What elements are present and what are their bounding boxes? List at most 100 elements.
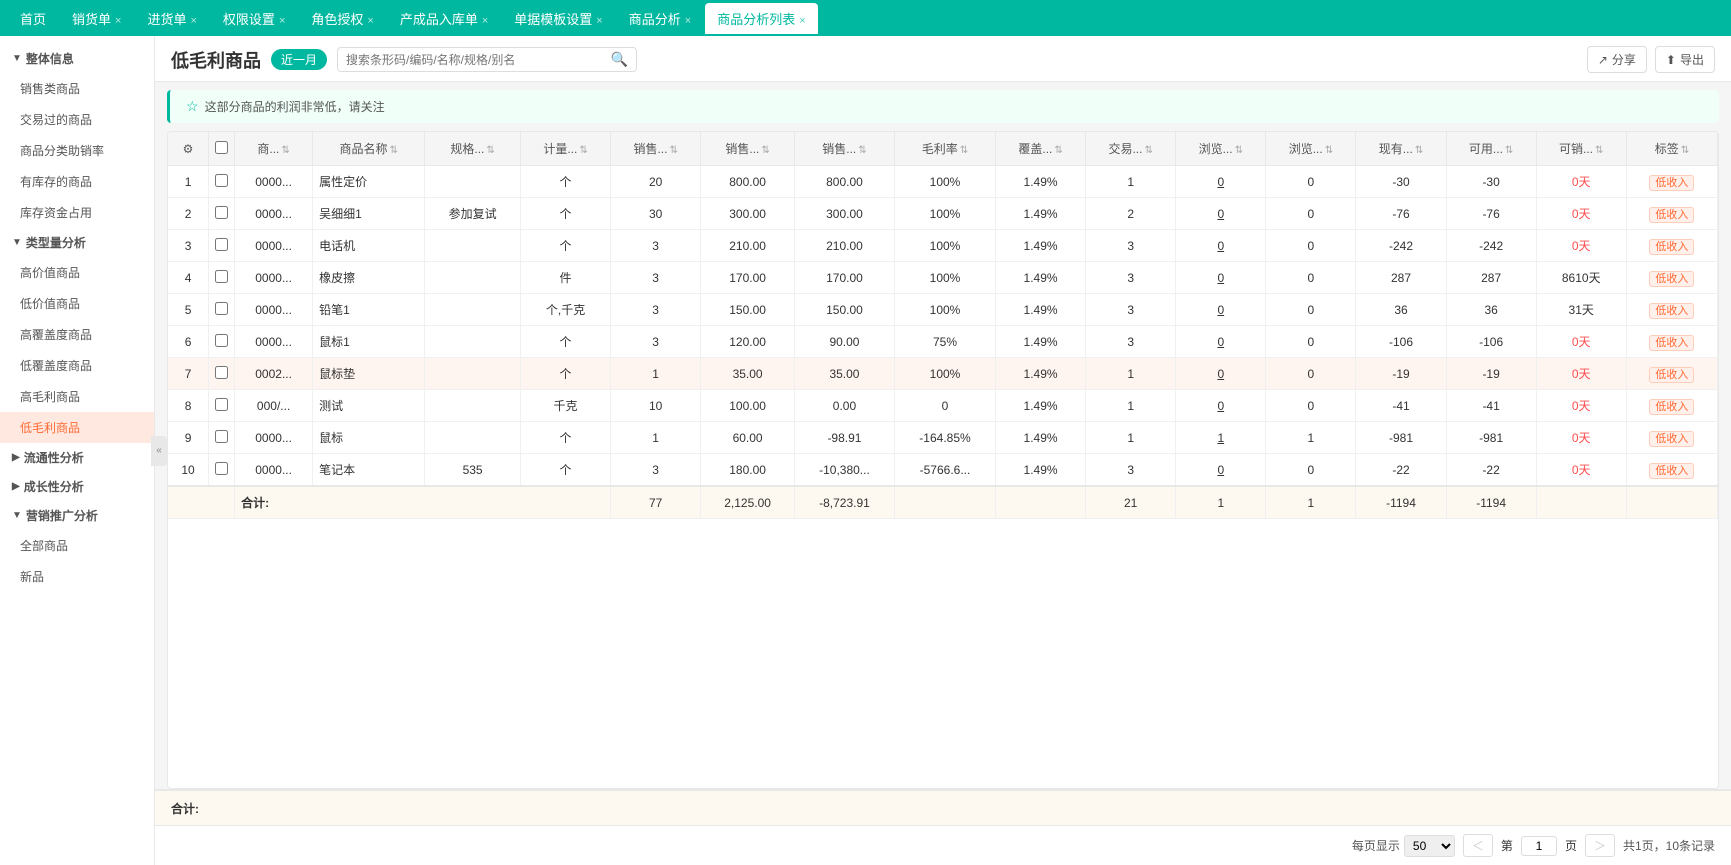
row-checkbox (209, 454, 235, 487)
row-sales-profit: 300.00 (794, 198, 894, 230)
nav-item-products[interactable]: 产成品入库单× (388, 3, 500, 34)
sidebar-item-high-margin[interactable]: 高毛利商品 (0, 381, 154, 412)
row-select-checkbox[interactable] (215, 398, 228, 411)
search-input[interactable] (346, 53, 607, 67)
footer-total-row: 合计: (155, 789, 1731, 825)
row-select-checkbox[interactable] (215, 174, 228, 187)
sidebar-item-sales-products[interactable]: 销售类商品 (0, 73, 154, 104)
export-button[interactable]: ⬆ 导出 (1655, 46, 1715, 73)
sidebar-item-category-sales-rate[interactable]: 商品分类助销率 (0, 135, 154, 166)
close-icon[interactable]: × (799, 15, 805, 27)
row-sales-qty: 1 (611, 422, 701, 454)
row-select-checkbox[interactable] (215, 238, 228, 251)
row-select-checkbox[interactable] (215, 430, 228, 443)
nav-item-analysis-list[interactable]: 商品分析列表× (705, 3, 817, 34)
sidebar-item-new-products[interactable]: 新品 (0, 561, 154, 592)
nav-item-templates[interactable]: 单据模板设置× (502, 3, 614, 34)
sidebar-item-in-stock[interactable]: 有库存的商品 (0, 166, 154, 197)
row-browse1[interactable]: 0 (1176, 390, 1266, 422)
share-button[interactable]: ↗ 分享 (1587, 46, 1647, 73)
sidebar-item-low-value[interactable]: 低价值商品 (0, 288, 154, 319)
row-select-checkbox[interactable] (215, 206, 228, 219)
sidebar-collapse-button[interactable]: « (151, 436, 167, 466)
sidebar-item-high-value[interactable]: 高价值商品 (0, 257, 154, 288)
close-icon[interactable]: × (279, 15, 285, 27)
col-sales-amount[interactable]: 销售...⇅ (701, 132, 795, 166)
table-row: 4 0000... 橡皮擦 件 3 170.00 170.00 100% 1.4… (168, 262, 1718, 294)
row-browse1[interactable]: 0 (1176, 166, 1266, 198)
header-actions: ↗ 分享 ⬆ 导出 (1587, 46, 1715, 73)
sidebar-group-type-analysis[interactable]: ▼ 类型量分析 (0, 228, 154, 257)
col-browse2[interactable]: 浏览...⇅ (1266, 132, 1356, 166)
row-browse1[interactable]: 0 (1176, 358, 1266, 390)
row-select-checkbox[interactable] (215, 366, 228, 379)
per-page-select[interactable]: 50 100 200 (1404, 835, 1455, 857)
row-name: 鼠标 (313, 422, 425, 454)
col-sales-qty[interactable]: 销售...⇅ (611, 132, 701, 166)
sidebar-item-low-margin[interactable]: 低毛利商品 (0, 412, 154, 443)
col-tag[interactable]: 标签⇅ (1626, 132, 1717, 166)
row-select-checkbox[interactable] (215, 270, 228, 283)
col-current-stock[interactable]: 现有...⇅ (1356, 132, 1446, 166)
nav-item-sales[interactable]: 销货单× (60, 3, 133, 34)
row-coverage: 1.49% (996, 422, 1086, 454)
col-coverage[interactable]: 覆盖...⇅ (996, 132, 1086, 166)
close-icon[interactable]: × (596, 15, 602, 27)
select-all-checkbox[interactable] (215, 141, 228, 154)
row-browse1[interactable]: 0 (1176, 294, 1266, 326)
nav-item-purchase[interactable]: 进货单× (135, 3, 208, 34)
col-sellable-days[interactable]: 可销...⇅ (1536, 132, 1626, 166)
col-settings[interactable]: ⚙ (168, 132, 209, 166)
sidebar-item-stock-capital[interactable]: 库存资金占用 (0, 197, 154, 228)
row-select-checkbox[interactable] (215, 334, 228, 347)
row-spec (425, 326, 521, 358)
row-browse1[interactable]: 0 (1176, 230, 1266, 262)
nav-item-home[interactable]: 首页 (8, 3, 58, 34)
sidebar-group-growth[interactable]: ▶ 成长性分析 (0, 472, 154, 501)
sidebar-item-high-coverage[interactable]: 高覆盖度商品 (0, 319, 154, 350)
row-browse1[interactable]: 0 (1176, 262, 1266, 294)
row-no: 4 (168, 262, 209, 294)
row-select-checkbox[interactable] (215, 302, 228, 315)
col-gross-margin[interactable]: 毛利率⇅ (894, 132, 995, 166)
sidebar-group-marketing[interactable]: ▼ 营销推广分析 (0, 501, 154, 530)
col-unit[interactable]: 计量...⇅ (520, 132, 610, 166)
col-sales-profit[interactable]: 销售...⇅ (794, 132, 894, 166)
col-spec[interactable]: 规格...⇅ (425, 132, 521, 166)
row-select-checkbox[interactable] (215, 462, 228, 475)
close-icon[interactable]: × (685, 15, 691, 27)
main-content: 低毛利商品 近一月 🔍 ↗ 分享 ⬆ 导出 ☆ 这部分商品的利润非常低，请关注 (155, 36, 1731, 865)
sidebar-item-traded-products[interactable]: 交易过的商品 (0, 104, 154, 135)
col-name[interactable]: 商品名称⇅ (313, 132, 425, 166)
close-icon[interactable]: × (190, 15, 196, 27)
row-spec (425, 294, 521, 326)
search-icon[interactable]: 🔍 (611, 51, 628, 68)
row-name: 铅笔1 (313, 294, 425, 326)
next-page-button[interactable]: ＞ (1585, 834, 1615, 857)
page-input[interactable] (1521, 836, 1557, 856)
col-transaction[interactable]: 交易...⇅ (1086, 132, 1176, 166)
sidebar-item-all-products[interactable]: 全部商品 (0, 530, 154, 561)
sidebar-group-liquidity[interactable]: ▶ 流通性分析 (0, 443, 154, 472)
nav-item-permissions[interactable]: 权限设置× (211, 3, 297, 34)
row-current-stock: 287 (1356, 262, 1446, 294)
sidebar-item-low-coverage[interactable]: 低覆盖度商品 (0, 350, 154, 381)
row-browse1[interactable]: 1 (1176, 422, 1266, 454)
export-icon: ⬆ (1666, 53, 1676, 67)
nav-item-roles[interactable]: 角色授权× (299, 3, 385, 34)
close-icon[interactable]: × (367, 15, 373, 27)
sidebar-group-overall[interactable]: ▼ 整体信息 (0, 44, 154, 73)
row-browse1[interactable]: 0 (1176, 198, 1266, 230)
nav-item-analysis[interactable]: 商品分析× (617, 3, 703, 34)
prev-page-button[interactable]: ＜ (1463, 834, 1493, 857)
col-available-stock[interactable]: 可用...⇅ (1446, 132, 1536, 166)
row-sales-profit: 0.00 (794, 390, 894, 422)
col-code[interactable]: 商...⇅ (235, 132, 313, 166)
date-range-badge[interactable]: 近一月 (271, 49, 327, 70)
close-icon[interactable]: × (115, 15, 121, 27)
row-browse1[interactable]: 0 (1176, 454, 1266, 487)
row-unit: 个 (520, 326, 610, 358)
close-icon[interactable]: × (482, 15, 488, 27)
row-browse1[interactable]: 0 (1176, 326, 1266, 358)
col-browse1[interactable]: 浏览...⇅ (1176, 132, 1266, 166)
